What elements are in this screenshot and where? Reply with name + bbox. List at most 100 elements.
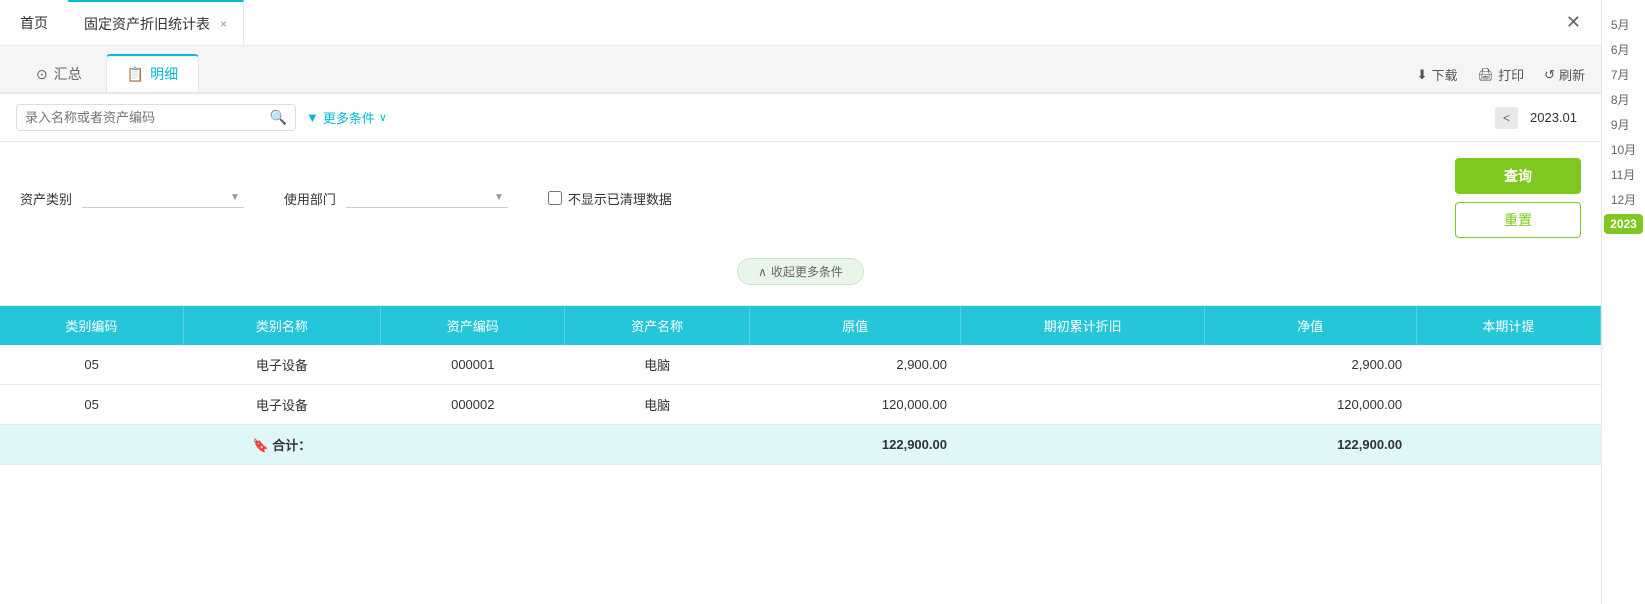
window-close-button[interactable]: ✕ — [1546, 0, 1601, 45]
top-nav-bar: 首页 固定资产折旧统计表 × ✕ — [0, 0, 1601, 46]
search-input-wrap: 🔍 — [16, 104, 296, 131]
table-cell — [1416, 385, 1600, 425]
download-icon: ⬇ — [1417, 67, 1428, 83]
table-cell: 2,900.00 — [1204, 345, 1416, 385]
total-cell: 122,900.00 — [749, 425, 961, 465]
toolbar: ⬇ 下载 🖨 打印 ↺ 刷新 — [1417, 65, 1585, 92]
detail-icon: 📋 — [127, 66, 144, 83]
total-cell: 🔖 合计： — [183, 425, 380, 465]
table-cell: 05 — [0, 385, 183, 425]
tab-title: 固定资产折旧统计表 — [84, 14, 210, 34]
col-header-original-value: 原值 — [749, 306, 961, 345]
total-cell — [961, 425, 1204, 465]
hide-cleared-wrap: 不显示已清理数据 — [548, 189, 672, 208]
tab-detail[interactable]: 📋 明细 — [106, 54, 199, 92]
collapse-label: 收起更多条件 — [771, 263, 843, 280]
active-tab[interactable]: 固定资产折旧统计表 × — [68, 0, 244, 45]
refresh-button[interactable]: ↺ 刷新 — [1544, 65, 1585, 84]
print-icon: 🖨 — [1478, 67, 1495, 83]
home-nav-item[interactable]: 首页 — [0, 0, 68, 45]
print-label: 打印 — [1498, 65, 1524, 84]
department-label: 使用部门 — [284, 189, 336, 208]
tab-bar: ⊙ 汇总 📋 明细 ⬇ 下载 🖨 打印 ↺ 刷新 — [0, 46, 1601, 94]
col-header-category-name: 类别名称 — [183, 306, 380, 345]
total-row: 🔖 合计： 122,900.00 122,900.00 — [0, 425, 1601, 465]
filter-arrow-icon: ∨ — [379, 111, 387, 124]
total-cell — [565, 425, 749, 465]
table-cell — [961, 385, 1204, 425]
table-cell — [1416, 345, 1600, 385]
table-wrap: 类别编码 类别名称 资产编码 资产名称 原值 期初累计折旧 净值 本期计提 05… — [0, 306, 1601, 604]
search-bar: 🔍 ▼ 更多条件 ∨ < 2023.01 — [0, 94, 1601, 142]
filter-label: 更多条件 — [323, 108, 375, 127]
tab-summary-label: 汇总 — [54, 64, 82, 84]
date-display: 2023.01 — [1522, 110, 1585, 125]
total-cell — [0, 425, 183, 465]
summary-icon: ⊙ — [36, 66, 48, 83]
col-header-category-code: 类别编码 — [0, 306, 183, 345]
table-cell: 000002 — [381, 385, 565, 425]
query-button[interactable]: 查询 — [1455, 158, 1581, 194]
right-panel: 5月6月7月8月9月10月11月12月 2023 — [1601, 0, 1645, 604]
department-select-wrap: ▼ — [346, 188, 508, 208]
month-item[interactable]: 11月 — [1605, 162, 1642, 187]
category-label: 资产类别 — [20, 189, 72, 208]
department-filter-field: 使用部门 ▼ — [284, 188, 508, 208]
month-item[interactable]: 9月 — [1605, 112, 1642, 137]
col-header-net-value: 净值 — [1204, 306, 1416, 345]
reset-button[interactable]: 重置 — [1455, 202, 1581, 238]
filter-actions: 查询 重置 — [1455, 158, 1581, 238]
table-row: 05电子设备000002电脑120,000.00120,000.00 — [0, 385, 1601, 425]
date-nav: < 2023.01 — [1495, 107, 1585, 129]
tab-detail-label: 明细 — [150, 64, 178, 84]
table-cell: 电子设备 — [183, 385, 380, 425]
filter-icon: ▼ — [306, 110, 319, 125]
more-filter-button[interactable]: ▼ 更多条件 ∨ — [306, 108, 387, 127]
search-input[interactable] — [25, 110, 264, 125]
filter-panel: 资产类别 ▼ 使用部门 ▼ 不显示已清理数据 查询 重置 — [0, 142, 1601, 306]
refresh-icon: ↺ — [1544, 67, 1555, 83]
table-cell: 120,000.00 — [1204, 385, 1416, 425]
category-arrow-icon: ▼ — [230, 192, 240, 203]
date-nav-prev[interactable]: < — [1495, 107, 1518, 129]
col-header-current-period: 本期计提 — [1416, 306, 1600, 345]
category-select-input[interactable] — [86, 190, 226, 205]
total-cell — [381, 425, 565, 465]
hide-cleared-checkbox[interactable] — [548, 191, 562, 205]
department-select-input[interactable] — [350, 190, 490, 205]
month-item[interactable]: 10月 — [1605, 137, 1642, 162]
category-filter-field: 资产类别 ▼ — [20, 188, 244, 208]
month-item[interactable]: 8月 — [1605, 87, 1642, 112]
table-cell: 120,000.00 — [749, 385, 961, 425]
month-item[interactable]: 12月 — [1605, 187, 1642, 212]
download-button[interactable]: ⬇ 下载 — [1417, 65, 1458, 84]
search-icon[interactable]: 🔍 — [270, 109, 287, 126]
collapse-up-icon: ∧ — [758, 265, 767, 279]
data-table: 类别编码 类别名称 资产编码 资产名称 原值 期初累计折旧 净值 本期计提 05… — [0, 306, 1601, 465]
col-header-accum-dep: 期初累计折旧 — [961, 306, 1204, 345]
table-cell: 电脑 — [565, 385, 749, 425]
total-cell — [1416, 425, 1600, 465]
year-badge[interactable]: 2023 — [1604, 214, 1643, 234]
tab-summary[interactable]: ⊙ 汇总 — [16, 56, 102, 92]
collapse-button[interactable]: ∧ 收起更多条件 — [737, 258, 864, 285]
table-cell: 2,900.00 — [749, 345, 961, 385]
month-item[interactable]: 6月 — [1605, 37, 1642, 62]
table-cell: 电子设备 — [183, 345, 380, 385]
month-item[interactable]: 5月 — [1605, 12, 1642, 37]
table-cell: 000001 — [381, 345, 565, 385]
col-header-asset-name: 资产名称 — [565, 306, 749, 345]
collapse-row: ∧ 收起更多条件 — [20, 250, 1581, 289]
refresh-label: 刷新 — [1559, 65, 1585, 84]
category-select-wrap: ▼ — [82, 188, 244, 208]
table-header-row: 类别编码 类别名称 资产编码 资产名称 原值 期初累计折旧 净值 本期计提 — [0, 306, 1601, 345]
table-cell: 电脑 — [565, 345, 749, 385]
table-cell: 05 — [0, 345, 183, 385]
col-header-asset-code: 资产编码 — [381, 306, 565, 345]
month-item[interactable]: 7月 — [1605, 62, 1642, 87]
tab-close-icon[interactable]: × — [220, 17, 227, 31]
table-cell — [961, 345, 1204, 385]
total-cell: 122,900.00 — [1204, 425, 1416, 465]
print-button[interactable]: 🖨 打印 — [1478, 65, 1525, 84]
download-label: 下载 — [1432, 65, 1458, 84]
